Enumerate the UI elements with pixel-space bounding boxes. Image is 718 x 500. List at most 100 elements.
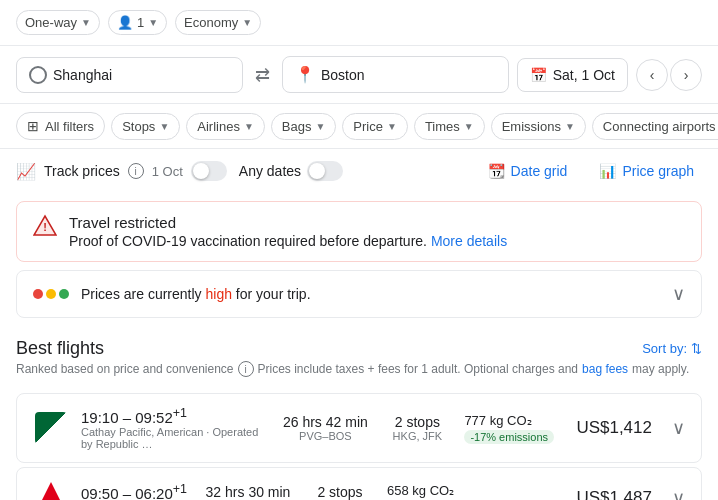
passengers-chevron: ▼ (148, 17, 158, 28)
airline-logo-1 (33, 480, 69, 500)
price-note: Prices include taxes + fees for 1 adult.… (258, 362, 579, 376)
banner-title: Travel restricted (69, 214, 507, 231)
stops-cities-0: HKG, JFK (382, 430, 452, 442)
banner-text-content: Proof of COVID-19 vaccination required b… (69, 233, 427, 249)
duration-time-0: 26 hrs 42 min (280, 414, 370, 430)
emissions-badge-0: -17% emissions (464, 430, 554, 444)
swap-button[interactable]: ⇄ (251, 60, 274, 90)
banner-content: Travel restricted Proof of COVID-19 vacc… (69, 214, 507, 249)
price-filter[interactable]: Price ▼ (342, 113, 408, 140)
flight-expand-1[interactable]: ∨ (672, 487, 685, 500)
destination-field[interactable]: 📍 Boston (282, 56, 509, 93)
ranked-text: Ranked based on price and convenience i … (16, 361, 702, 377)
price-status: high (205, 286, 231, 302)
price-val-1: US$1,487 (576, 488, 652, 500)
banner-more-details-link[interactable]: More details (431, 233, 507, 249)
connecting-airports-label: Connecting airports (603, 119, 716, 134)
search-row: Shanghai ⇄ 📍 Boston 📅 Sat, 1 Oct ‹ › (0, 46, 718, 104)
bags-chevron: ▼ (315, 121, 325, 132)
calendar-icon: 📅 (530, 67, 547, 83)
times-label: Times (425, 119, 460, 134)
airlines-filter[interactable]: Airlines ▼ (186, 113, 265, 140)
travel-restricted-banner: ! Travel restricted Proof of COVID-19 va… (16, 201, 702, 262)
svg-marker-1 (35, 482, 67, 500)
date-field[interactable]: 📅 Sat, 1 Oct (517, 58, 628, 92)
connecting-airports-filter[interactable]: Connecting airports ▼ (592, 113, 718, 140)
sort-by-button[interactable]: Sort by: ⇅ (642, 341, 702, 356)
price-val-0: US$1,412 (576, 418, 652, 438)
flight-duration-1: 32 hrs 30 min PVG–BOS (203, 484, 293, 500)
price-label: Price (353, 119, 383, 134)
sort-icon: ⇅ (691, 341, 702, 356)
track-prices-label: Track prices (44, 163, 120, 179)
track-prices-row: 📈 Track prices i 1 Oct Any dates 📆 Date … (0, 149, 718, 193)
emissions-label: Emissions (502, 119, 561, 134)
warning-triangle-icon: ! (33, 214, 57, 238)
airlines-chevron: ▼ (244, 121, 254, 132)
origin-field[interactable]: Shanghai (16, 57, 243, 93)
dot-green (59, 289, 69, 299)
trend-icon: 📈 (16, 162, 36, 181)
origin-icon (29, 66, 47, 84)
date-nav-arrows: ‹ › (636, 59, 702, 91)
bags-filter[interactable]: Bags ▼ (271, 113, 337, 140)
dot-yellow (46, 289, 56, 299)
destination-icon: 📍 (295, 65, 315, 84)
prev-date-button[interactable]: ‹ (636, 59, 668, 91)
flight-stops-1: 2 stops ICN, SEA (305, 484, 375, 500)
price-text-before: Prices are currently (81, 286, 202, 302)
trip-type-selector[interactable]: One-way ▼ (16, 10, 100, 35)
flight-time-0: 19:10 – 09:52+1 (81, 406, 268, 426)
track-info-icon[interactable]: i (128, 163, 144, 179)
price-indicator-bar[interactable]: Prices are currently high for your trip.… (16, 270, 702, 318)
price-graph-button[interactable]: 📊 Price graph (591, 159, 702, 183)
ranked-info-icon[interactable]: i (238, 361, 254, 377)
times-filter[interactable]: Times ▼ (414, 113, 485, 140)
price-chevron: ▼ (387, 121, 397, 132)
ranked-desc: Ranked based on price and convenience (16, 362, 234, 376)
all-filters-label: All filters (45, 119, 94, 134)
emissions-val-1: 658 kg CO₂ (387, 483, 487, 498)
passengers-label: 1 (137, 15, 144, 30)
flight-expand-0[interactable]: ∨ (672, 417, 685, 439)
any-dates-toggle[interactable] (307, 161, 343, 181)
flight-list: 19:10 – 09:52+1 Cathay Pacific, American… (0, 393, 718, 500)
flight-emissions-1: 658 kg CO₂ -30% emissions (387, 483, 487, 501)
next-date-button[interactable]: › (670, 59, 702, 91)
best-flights-section: Best flights Sort by: ⇅ Ranked based on … (0, 326, 718, 389)
date-grid-button[interactable]: 📆 Date grid (480, 159, 576, 183)
emissions-chevron: ▼ (565, 121, 575, 132)
passengers-selector[interactable]: 👤 1 ▼ (108, 10, 167, 35)
any-dates-section: Any dates (239, 161, 343, 181)
banner-body: Proof of COVID-19 vaccination required b… (69, 233, 507, 249)
trip-type-label: One-way (25, 15, 77, 30)
passengers-icon: 👤 (117, 15, 133, 30)
emissions-val-0: 777 kg CO₂ (464, 413, 564, 428)
origin-value: Shanghai (53, 67, 112, 83)
stops-chevron: ▼ (159, 121, 169, 132)
emissions-filter[interactable]: Emissions ▼ (491, 113, 586, 140)
all-filters-button[interactable]: ⊞ All filters (16, 112, 105, 140)
duration-time-1: 32 hrs 30 min (203, 484, 293, 500)
price-indicator-chevron: ∨ (672, 283, 685, 305)
stops-filter[interactable]: Stops ▼ (111, 113, 180, 140)
flight-row[interactable]: 09:50 – 06:20+1 Delta 32 hrs 30 min PVG–… (16, 467, 702, 500)
sort-by-label: Sort by: (642, 341, 687, 356)
bag-fees-link[interactable]: bag fees (582, 362, 628, 376)
flight-time-1: 09:50 – 06:20+1 (81, 482, 191, 500)
any-dates-label: Any dates (239, 163, 301, 179)
bags-label: Bags (282, 119, 312, 134)
class-selector[interactable]: Economy ▼ (175, 10, 261, 35)
flight-times-1: 09:50 – 06:20+1 Delta (81, 482, 191, 500)
flight-duration-0: 26 hrs 42 min PVG–BOS (280, 414, 370, 442)
class-chevron: ▼ (242, 17, 252, 28)
trip-type-chevron: ▼ (81, 17, 91, 28)
flight-times-0: 19:10 – 09:52+1 Cathay Pacific, American… (81, 406, 268, 450)
date-grid-label: Date grid (511, 163, 568, 179)
flight-stops-0: 2 stops HKG, JFK (382, 414, 452, 442)
price-indicator-text: Prices are currently high for your trip. (81, 286, 311, 302)
destination-value: Boston (321, 67, 365, 83)
airline-logo-0 (33, 410, 69, 446)
flight-row[interactable]: 19:10 – 09:52+1 Cathay Pacific, American… (16, 393, 702, 463)
track-prices-toggle[interactable] (191, 161, 227, 181)
